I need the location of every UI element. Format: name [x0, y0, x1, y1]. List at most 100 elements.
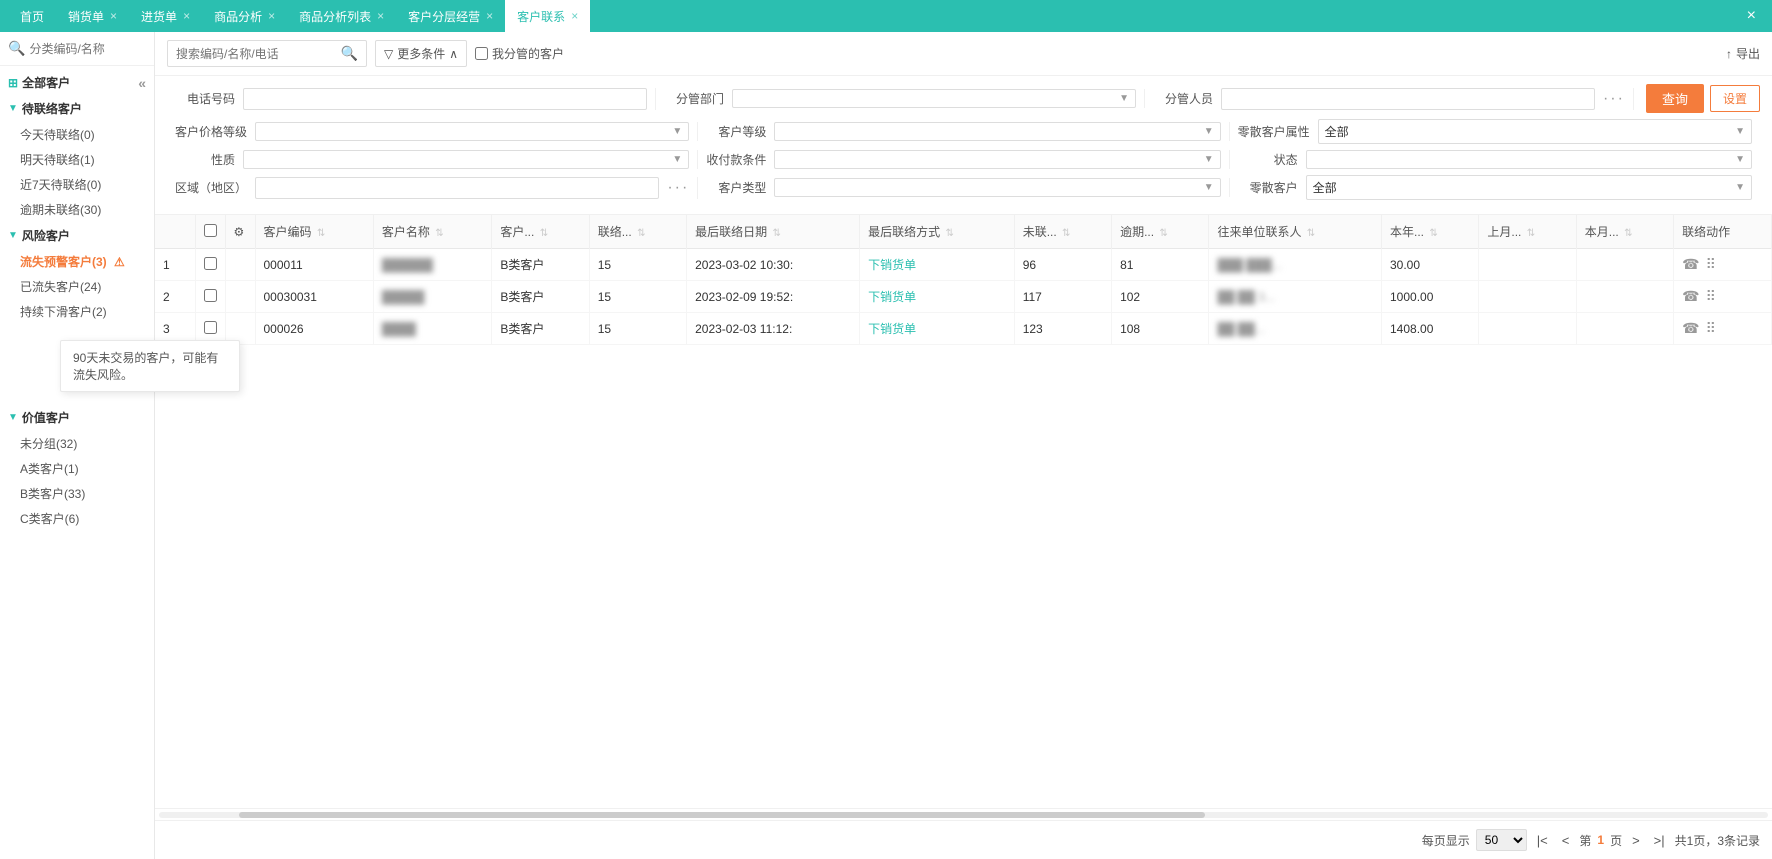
- th-this-month[interactable]: 本月... ⇅: [1576, 215, 1673, 249]
- sort-icon-this-month: ⇅: [1624, 228, 1632, 239]
- filter-customer-level-select[interactable]: ▼: [774, 122, 1220, 141]
- filter-customer-type-select[interactable]: ▼: [774, 178, 1220, 197]
- page-prev-btn[interactable]: <: [1558, 831, 1574, 850]
- toolbar: 🔍 ▽ 更多条件 ∧ 我分管的客户 ↑ 导出: [155, 32, 1772, 76]
- cell-checkbox[interactable]: [195, 281, 225, 313]
- filter-status-select[interactable]: ▼: [1306, 150, 1752, 169]
- cell-last-contact-date: 2023-02-03 11:12:: [687, 313, 860, 345]
- sidebar-item-class-c[interactable]: C类客户(6): [0, 506, 154, 531]
- th-contact[interactable]: 联络... ⇅: [589, 215, 686, 249]
- horizontal-scrollbar[interactable]: [155, 808, 1772, 820]
- nav-item-home[interactable]: 首页: [8, 0, 56, 32]
- filter-label: 更多条件: [397, 45, 445, 62]
- page-last-btn[interactable]: >|: [1650, 831, 1669, 850]
- nav-sales-close[interactable]: ×: [110, 9, 117, 23]
- sidebar-section-risk[interactable]: ▼ 风险客户: [0, 222, 154, 249]
- cell-customer-code: 00030031: [255, 281, 373, 313]
- th-unit-contact[interactable]: 往来单位联系人 ⇅: [1209, 215, 1382, 249]
- action-contact-icon[interactable]: ☎: [1682, 320, 1699, 337]
- sidebar-item-declining[interactable]: 持续下滑客户(2): [0, 299, 154, 324]
- nav-customer-segment-close[interactable]: ×: [486, 9, 493, 23]
- nav-customer-contact-close[interactable]: ×: [571, 9, 578, 23]
- select-all-checkbox[interactable]: [204, 224, 217, 237]
- nav-product-analysis-close[interactable]: ×: [268, 9, 275, 23]
- action-contact-icon[interactable]: ☎: [1682, 288, 1699, 305]
- filter-region-input[interactable]: [255, 177, 659, 199]
- sidebar-item-unclassified[interactable]: 未分组(32): [0, 431, 154, 456]
- page-first-btn[interactable]: |<: [1533, 831, 1552, 850]
- my-customers-checkbox-label[interactable]: 我分管的客户: [475, 45, 564, 62]
- customer-type-down-arrow: ▼: [1204, 182, 1214, 193]
- nav-item-customer-segment[interactable]: 客户分层经营 ×: [396, 0, 505, 32]
- action-more-icon[interactable]: ⠿: [1706, 288, 1716, 305]
- page-next-btn[interactable]: >: [1628, 831, 1644, 850]
- settings-button[interactable]: 设置: [1710, 85, 1760, 112]
- sidebar-item-churned[interactable]: 已流失客户(24): [0, 274, 154, 299]
- sidebar-item-7days[interactable]: 近7天待联络(0): [0, 172, 154, 197]
- sidebar-search-input[interactable]: [29, 42, 146, 56]
- sidebar-item-churn-warning[interactable]: 流失预警客户(3) ⚠: [0, 249, 154, 274]
- filter-manager-more[interactable]: ···: [1603, 90, 1625, 108]
- scrollbar-track: [159, 812, 1768, 818]
- th-last-month[interactable]: 上月... ⇅: [1479, 215, 1576, 249]
- th-customer-code[interactable]: 客户编码 ⇅: [255, 215, 373, 249]
- nav-item-product-analysis[interactable]: 商品分析 ×: [202, 0, 287, 32]
- sidebar-item-tomorrow[interactable]: 明天待联络(1): [0, 147, 154, 172]
- filter-retail-customer-select[interactable]: 全部 ▼: [1306, 175, 1752, 200]
- filter-retail-attr-select[interactable]: 全部 ▼: [1318, 119, 1752, 144]
- sidebar-section-pending[interactable]: ▼ 待联络客户: [0, 95, 154, 122]
- nav-item-sales[interactable]: 销货单 ×: [56, 0, 129, 32]
- nav-item-purchase[interactable]: 进货单 ×: [129, 0, 202, 32]
- cell-last-contact-method[interactable]: 下销货单: [860, 249, 1015, 281]
- nav-customer-segment-label: 客户分层经营: [408, 8, 480, 25]
- my-customers-checkbox[interactable]: [475, 47, 488, 60]
- filter-nature-select[interactable]: ▼: [243, 150, 689, 169]
- sidebar-item-class-b[interactable]: B类客户(33): [0, 481, 154, 506]
- cell-last-month: [1479, 313, 1576, 345]
- cell-last-contact-method[interactable]: 下销货单: [860, 281, 1015, 313]
- filter-price-level-select[interactable]: ▼: [255, 122, 689, 141]
- sidebar-item-overdue[interactable]: 逾期未联络(30): [0, 197, 154, 222]
- th-overdue[interactable]: 逾期... ⇅: [1112, 215, 1209, 249]
- filter-more-btn[interactable]: ▽ 更多条件 ∧: [375, 40, 467, 67]
- th-customer-name[interactable]: 客户名称 ⇅: [373, 215, 491, 249]
- section-arrow-value: ▼: [8, 412, 18, 423]
- risk-tooltip: 90天未交易的客户，可能有流失风险。: [60, 340, 155, 392]
- toolbar-search-icon[interactable]: 🔍: [341, 45, 358, 62]
- nav-item-product-list[interactable]: 商品分析列表 ×: [287, 0, 396, 32]
- row-checkbox-1[interactable]: [204, 289, 217, 302]
- export-button[interactable]: ↑ 导出: [1726, 45, 1760, 62]
- action-contact-icon[interactable]: ☎: [1682, 256, 1699, 273]
- row-checkbox-2[interactable]: [204, 321, 217, 334]
- action-more-icon[interactable]: ⠿: [1706, 256, 1716, 273]
- filter-dept-select[interactable]: ▼: [732, 89, 1136, 108]
- nav-item-customer-contact[interactable]: 客户联系 ×: [505, 0, 590, 32]
- th-customer-type[interactable]: 客户... ⇅: [492, 215, 589, 249]
- filter-region-more[interactable]: ···: [667, 179, 689, 197]
- filter-retail-attr-value: 全部: [1325, 123, 1349, 140]
- sidebar-collapse-btn[interactable]: «: [138, 75, 146, 91]
- th-last-contact-date[interactable]: 最后联络日期 ⇅: [687, 215, 860, 249]
- cell-last-contact-method[interactable]: 下销货单: [860, 313, 1015, 345]
- query-button[interactable]: 查询: [1646, 84, 1704, 113]
- cell-checkbox[interactable]: [195, 249, 225, 281]
- filter-manager-input[interactable]: [1221, 88, 1595, 110]
- scrollbar-thumb[interactable]: [239, 812, 1204, 818]
- sidebar-section-value[interactable]: ▼ 价值客户: [0, 404, 154, 431]
- filter-phone-input[interactable]: [243, 88, 647, 110]
- per-page-select[interactable]: 50 100: [1476, 829, 1527, 851]
- th-this-year[interactable]: 本年... ⇅: [1382, 215, 1479, 249]
- th-settings[interactable]: ⚙: [225, 215, 255, 249]
- toolbar-search-input[interactable]: [176, 47, 341, 61]
- window-close-button[interactable]: ×: [1739, 7, 1764, 25]
- action-more-icon[interactable]: ⠿: [1706, 320, 1716, 337]
- th-not-contacted[interactable]: 未联... ⇅: [1014, 215, 1111, 249]
- nav-product-list-close[interactable]: ×: [377, 9, 384, 23]
- sidebar-item-class-a[interactable]: A类客户(1): [0, 456, 154, 481]
- sidebar-item-today[interactable]: 今天待联络(0): [0, 122, 154, 147]
- th-last-contact-method[interactable]: 最后联络方式 ⇅: [860, 215, 1015, 249]
- cell-last-contact-date: 2023-02-09 19:52:: [687, 281, 860, 313]
- filter-payment-select[interactable]: ▼: [774, 150, 1220, 169]
- row-checkbox-0[interactable]: [204, 257, 217, 270]
- nav-purchase-close[interactable]: ×: [183, 9, 190, 23]
